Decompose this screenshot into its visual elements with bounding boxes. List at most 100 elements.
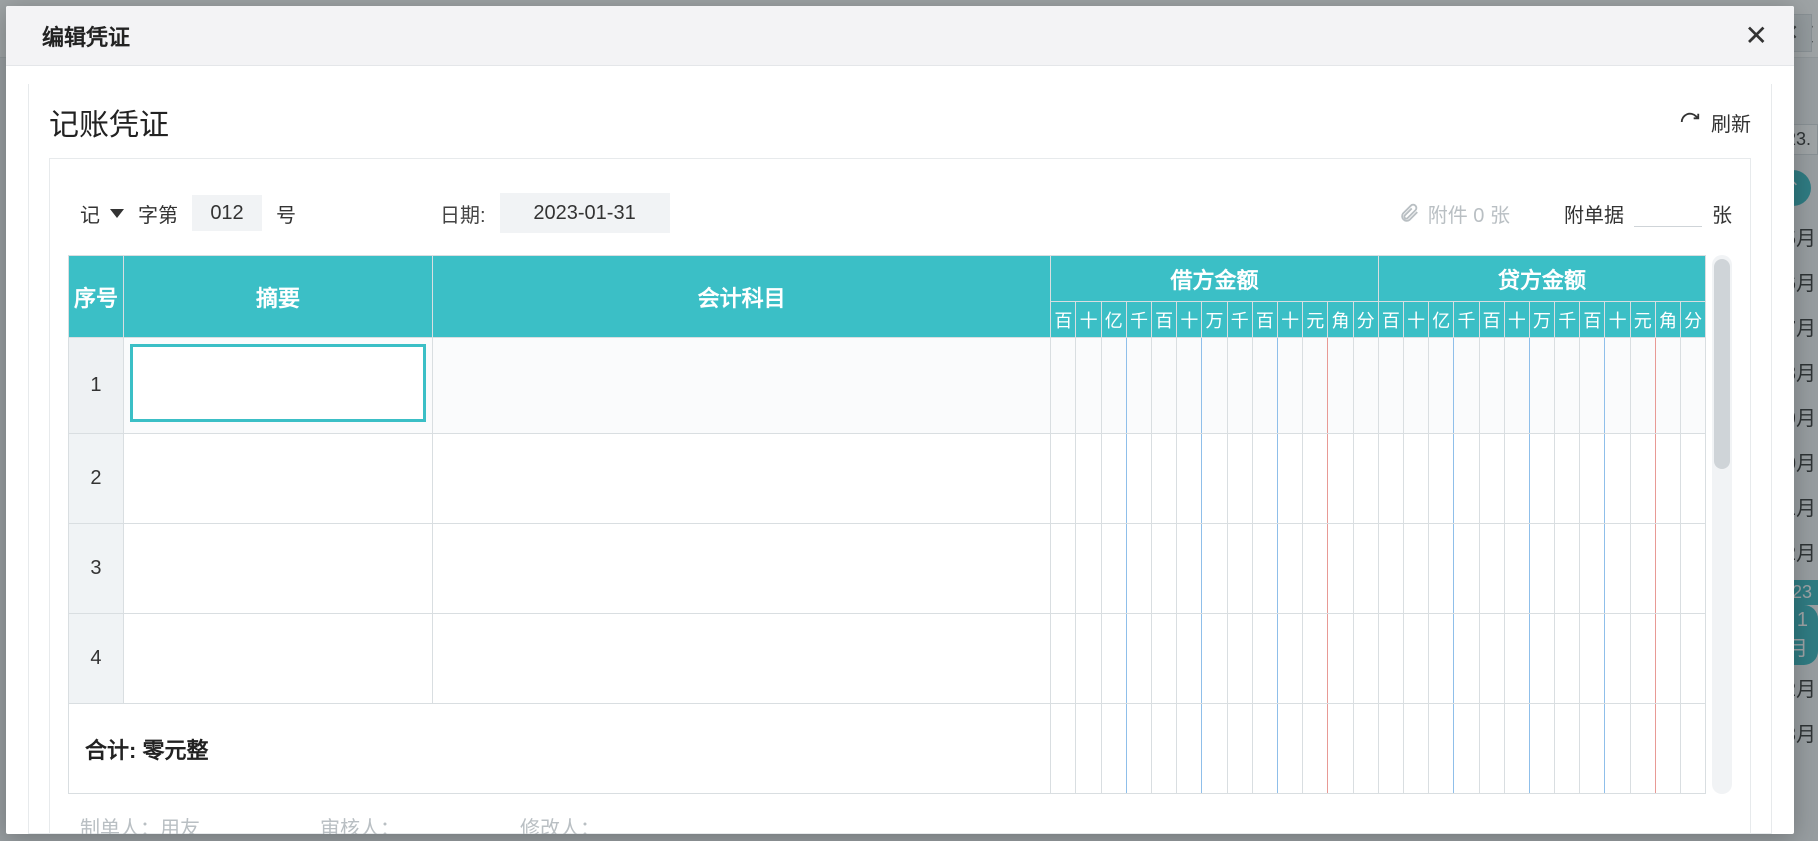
summary-cell[interactable]	[123, 434, 432, 524]
amount-digit-cell[interactable]	[1378, 614, 1403, 704]
amount-digit-cell[interactable]	[1580, 434, 1605, 524]
amount-digit-cell[interactable]	[1177, 614, 1202, 704]
amount-digit-cell[interactable]	[1630, 614, 1655, 704]
amount-digit-cell[interactable]	[1303, 524, 1328, 614]
amount-digit-cell[interactable]	[1152, 614, 1177, 704]
amount-digit-cell[interactable]	[1328, 338, 1353, 434]
amount-digit-cell[interactable]	[1681, 434, 1706, 524]
amount-digit-cell[interactable]	[1076, 434, 1101, 524]
amount-digit-cell[interactable]	[1202, 338, 1227, 434]
amount-digit-cell[interactable]	[1328, 434, 1353, 524]
fudan-input[interactable]	[1634, 199, 1702, 227]
amount-digit-cell[interactable]	[1529, 434, 1554, 524]
amount-digit-cell[interactable]	[1403, 434, 1428, 524]
amount-digit-cell[interactable]	[1605, 434, 1630, 524]
amount-digit-cell[interactable]	[1101, 434, 1126, 524]
vertical-scrollbar[interactable]	[1712, 255, 1732, 794]
amount-digit-cell[interactable]	[1101, 524, 1126, 614]
amount-digit-cell[interactable]	[1303, 434, 1328, 524]
amount-digit-cell[interactable]	[1303, 614, 1328, 704]
amount-digit-cell[interactable]	[1076, 338, 1101, 434]
amount-digit-cell[interactable]	[1152, 524, 1177, 614]
subject-cell[interactable]	[433, 524, 1051, 614]
amount-digit-cell[interactable]	[1227, 524, 1252, 614]
amount-digit-cell[interactable]	[1429, 524, 1454, 614]
scrollbar-thumb[interactable]	[1714, 259, 1730, 469]
amount-digit-cell[interactable]	[1605, 338, 1630, 434]
amount-digit-cell[interactable]	[1555, 338, 1580, 434]
amount-digit-cell[interactable]	[1454, 614, 1479, 704]
amount-digit-cell[interactable]	[1630, 338, 1655, 434]
subject-cell[interactable]	[433, 434, 1051, 524]
amount-digit-cell[interactable]	[1429, 338, 1454, 434]
amount-digit-cell[interactable]	[1353, 524, 1378, 614]
amount-digit-cell[interactable]	[1479, 524, 1504, 614]
amount-digit-cell[interactable]	[1252, 338, 1277, 434]
amount-digit-cell[interactable]	[1655, 434, 1680, 524]
amount-digit-cell[interactable]	[1353, 338, 1378, 434]
amount-digit-cell[interactable]	[1227, 338, 1252, 434]
amount-digit-cell[interactable]	[1277, 434, 1302, 524]
amount-digit-cell[interactable]	[1580, 524, 1605, 614]
amount-digit-cell[interactable]	[1504, 338, 1529, 434]
amount-digit-cell[interactable]	[1277, 338, 1302, 434]
amount-digit-cell[interactable]	[1227, 434, 1252, 524]
amount-digit-cell[interactable]	[1429, 434, 1454, 524]
amount-digit-cell[interactable]	[1429, 614, 1454, 704]
amount-digit-cell[interactable]	[1529, 524, 1554, 614]
amount-digit-cell[interactable]	[1126, 338, 1151, 434]
amount-digit-cell[interactable]	[1202, 614, 1227, 704]
summary-input[interactable]	[130, 344, 426, 422]
amount-digit-cell[interactable]	[1051, 614, 1076, 704]
amount-digit-cell[interactable]	[1403, 614, 1428, 704]
amount-digit-cell[interactable]	[1252, 614, 1277, 704]
amount-digit-cell[interactable]	[1479, 434, 1504, 524]
amount-digit-cell[interactable]	[1126, 434, 1151, 524]
amount-digit-cell[interactable]	[1504, 434, 1529, 524]
amount-digit-cell[interactable]	[1655, 338, 1680, 434]
amount-digit-cell[interactable]	[1303, 338, 1328, 434]
voucher-type-dropdown[interactable]: 记	[80, 199, 124, 228]
amount-digit-cell[interactable]	[1681, 338, 1706, 434]
amount-digit-cell[interactable]	[1177, 524, 1202, 614]
amount-digit-cell[interactable]	[1555, 434, 1580, 524]
amount-digit-cell[interactable]	[1580, 338, 1605, 434]
amount-digit-cell[interactable]	[1655, 524, 1680, 614]
modal-close-button[interactable]: ✕	[1745, 22, 1768, 50]
amount-digit-cell[interactable]	[1605, 524, 1630, 614]
amount-digit-cell[interactable]	[1101, 614, 1126, 704]
amount-digit-cell[interactable]	[1479, 338, 1504, 434]
amount-digit-cell[interactable]	[1479, 614, 1504, 704]
amount-digit-cell[interactable]	[1252, 434, 1277, 524]
amount-digit-cell[interactable]	[1555, 614, 1580, 704]
amount-digit-cell[interactable]	[1504, 524, 1529, 614]
subject-cell[interactable]	[433, 338, 1051, 434]
amount-digit-cell[interactable]	[1126, 524, 1151, 614]
amount-digit-cell[interactable]	[1076, 524, 1101, 614]
amount-digit-cell[interactable]	[1630, 434, 1655, 524]
amount-digit-cell[interactable]	[1277, 524, 1302, 614]
summary-cell[interactable]	[123, 524, 432, 614]
amount-digit-cell[interactable]	[1177, 434, 1202, 524]
amount-digit-cell[interactable]	[1328, 614, 1353, 704]
attachment-button[interactable]: 附件 0 张	[1398, 199, 1510, 228]
summary-cell[interactable]	[123, 338, 432, 434]
refresh-button[interactable]: 刷新	[1679, 108, 1751, 137]
amount-digit-cell[interactable]	[1529, 614, 1554, 704]
amount-digit-cell[interactable]	[1202, 434, 1227, 524]
amount-digit-cell[interactable]	[1529, 338, 1554, 434]
date-input[interactable]	[500, 193, 670, 233]
amount-digit-cell[interactable]	[1051, 434, 1076, 524]
amount-digit-cell[interactable]	[1630, 524, 1655, 614]
amount-digit-cell[interactable]	[1277, 614, 1302, 704]
amount-digit-cell[interactable]	[1152, 338, 1177, 434]
amount-digit-cell[interactable]	[1051, 524, 1076, 614]
amount-digit-cell[interactable]	[1076, 614, 1101, 704]
amount-digit-cell[interactable]	[1504, 614, 1529, 704]
voucher-number-input[interactable]	[192, 195, 262, 231]
subject-cell[interactable]	[433, 614, 1051, 704]
amount-digit-cell[interactable]	[1353, 614, 1378, 704]
amount-digit-cell[interactable]	[1152, 434, 1177, 524]
amount-digit-cell[interactable]	[1378, 434, 1403, 524]
amount-digit-cell[interactable]	[1454, 338, 1479, 434]
